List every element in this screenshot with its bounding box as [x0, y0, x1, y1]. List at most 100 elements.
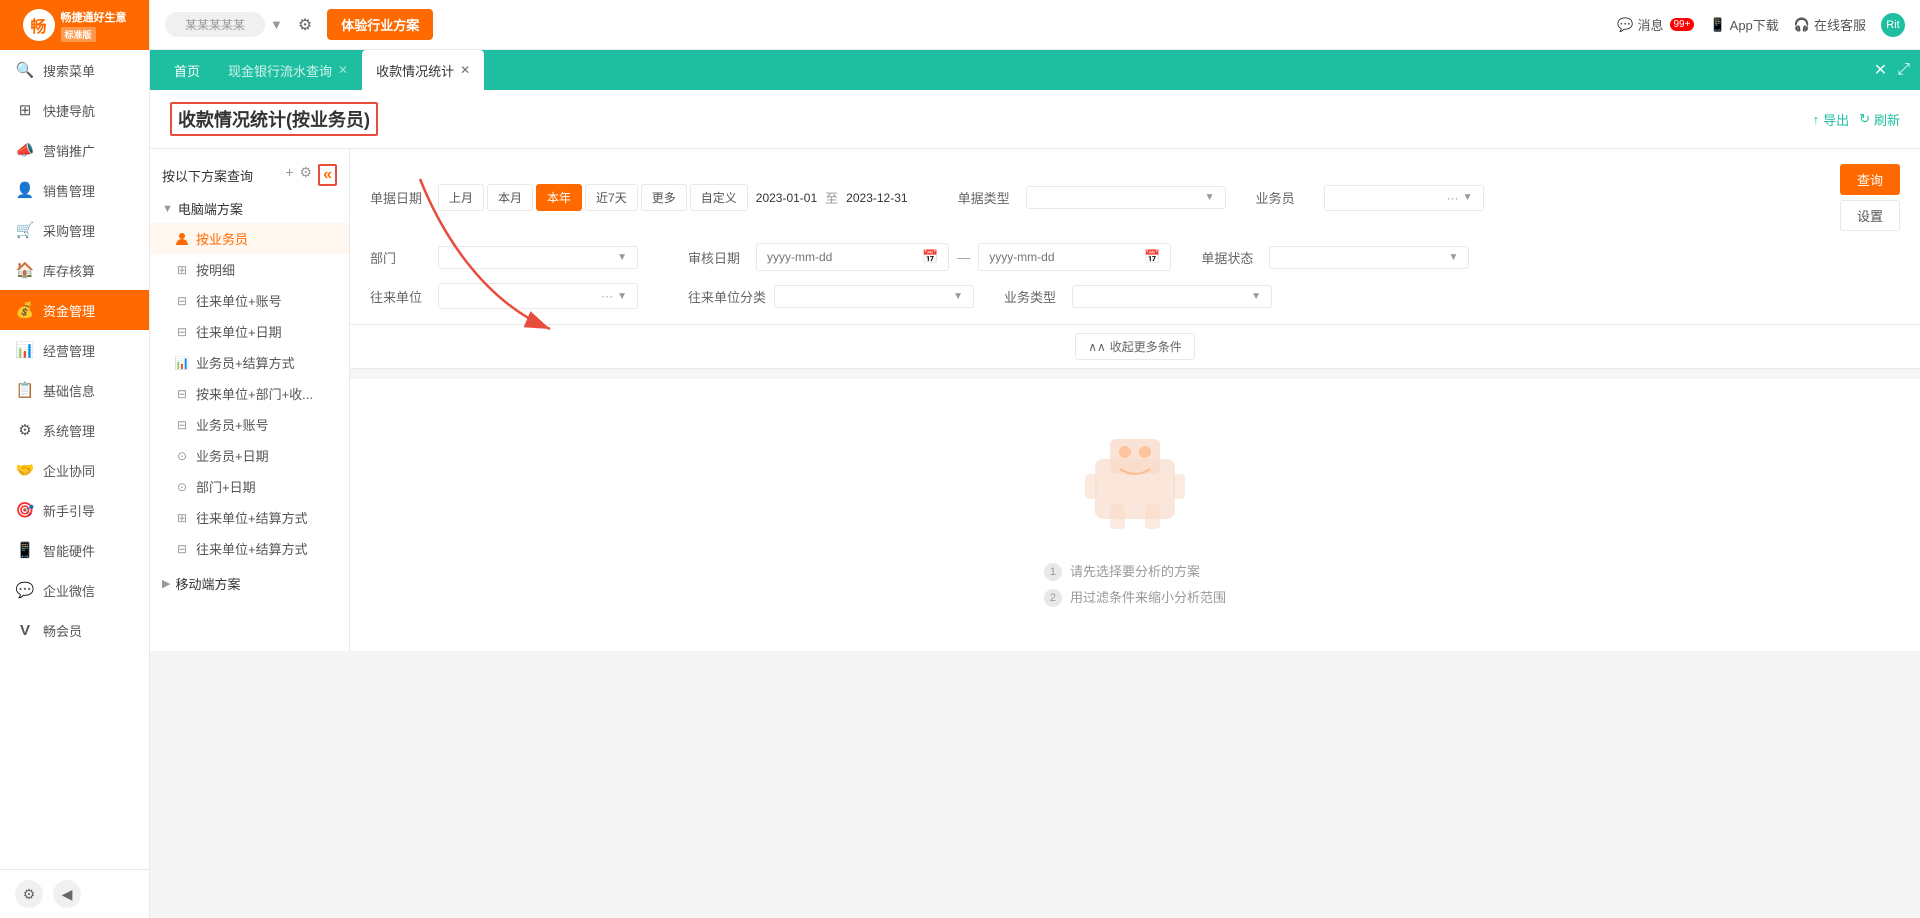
sidebar-settings-btn[interactable]: ⚙ — [15, 880, 43, 908]
sidebar-item-inventory[interactable]: 🏠 库存核算 — [0, 250, 149, 290]
partner-select[interactable]: ··· ▼ — [438, 283, 638, 309]
review-date-start-field[interactable] — [767, 250, 922, 264]
partner-cat-dropdown-icon: ▼ — [953, 291, 963, 302]
sidebar-item-purchase[interactable]: 🛒 采购管理 — [0, 210, 149, 250]
scheme-settings-icon[interactable]: ⚙ — [300, 164, 313, 186]
sidebar-item-marketing[interactable]: 📣 营销推广 — [0, 130, 149, 170]
scheme-add-icon[interactable]: + — [285, 164, 293, 186]
sidebar-item-operation[interactable]: 📊 经营管理 — [0, 330, 149, 370]
refresh-icon: ↻ — [1859, 111, 1870, 127]
sidebar-item-search-menu[interactable]: 🔍 搜索菜单 — [0, 50, 149, 90]
scheme-item-partner-settle2[interactable]: ⊟ 往来单位+结算方式 — [150, 533, 349, 564]
operation-icon: 📊 — [15, 340, 35, 360]
tab-bank-flow[interactable]: 现金银行流水查询 ✕ — [214, 50, 362, 90]
tab-maximize-icon[interactable]: ⤢ — [1897, 61, 1910, 79]
scheme-item-dept-date[interactable]: ⊙ 部门+日期 — [150, 471, 349, 502]
scheme-group-mobile-title[interactable]: ▶ 移动端方案 — [150, 569, 349, 598]
scheme-item-by-detail[interactable]: ⊞ 按明细 — [150, 254, 349, 285]
export-btn[interactable]: ↑ 导出 — [1813, 110, 1850, 129]
search-menu-icon: 🔍 — [15, 60, 35, 80]
review-date-end-input[interactable]: 📅 — [978, 243, 1171, 271]
salesperson-select[interactable]: ··· ▼ — [1324, 185, 1484, 211]
partner-dept-icon: ⊟ — [174, 386, 190, 402]
sidebar-item-finance[interactable]: 💰 资金管理 — [0, 290, 149, 330]
sidebar-item-quick-nav[interactable]: ⊞ 快捷导航 — [0, 90, 149, 130]
doc-status-dropdown-icon: ▼ — [1448, 252, 1458, 263]
scheme-item-partner-account[interactable]: ⊟ 往来单位+账号 — [150, 285, 349, 316]
sidebar-collapse-btn[interactable]: ◀ — [53, 880, 81, 908]
sidebar-item-enterprise-wechat[interactable]: 💬 企业微信 — [0, 570, 149, 610]
scheme-item-partner-settle[interactable]: ⊞ 往来单位+结算方式 — [150, 502, 349, 533]
partner-dropdown-icon: ▼ — [617, 291, 627, 302]
logo-icon: 畅 — [23, 9, 55, 41]
scheme-collapse-icon[interactable]: « — [318, 164, 337, 186]
sidebar-bottom: ⚙ ◀ — [0, 869, 149, 918]
tab-receipt-stats-close[interactable]: ✕ — [460, 63, 470, 77]
refresh-btn[interactable]: ↻ 刷新 — [1859, 110, 1900, 129]
scheme-item-label: 按明细 — [196, 260, 235, 279]
refresh-label: 刷新 — [1874, 110, 1900, 129]
group-mobile-label: 移动端方案 — [175, 574, 240, 593]
sidebar-item-label: 库存核算 — [43, 261, 95, 280]
date-btn-custom[interactable]: 自定义 — [690, 184, 748, 211]
online-service-label: 在线客服 — [1814, 15, 1866, 34]
doc-status-select[interactable]: ▼ — [1269, 246, 1469, 269]
sidebar-item-system[interactable]: ⚙ 系统管理 — [0, 410, 149, 450]
calendar-icon[interactable]: 📅 — [922, 249, 938, 265]
date-btn-more[interactable]: 更多 — [641, 184, 687, 211]
tab-home[interactable]: 首页 — [160, 50, 214, 90]
sidebar-item-sales[interactable]: 👤 销售管理 — [0, 170, 149, 210]
settings-btn[interactable]: 设置 — [1840, 200, 1900, 231]
calendar-icon2[interactable]: 📅 — [1144, 249, 1160, 265]
scheme-group-desktop-title[interactable]: ▼ 电脑端方案 — [150, 194, 349, 223]
scheme-item-partner-dept[interactable]: ⊟ 按来单位+部门+收... — [150, 378, 349, 409]
tab-bank-flow-close[interactable]: ✕ — [338, 63, 348, 77]
scheme-item-salesperson-account[interactable]: ⊟ 业务员+账号 — [150, 409, 349, 440]
scheme-item-label: 按来单位+部门+收... — [196, 384, 313, 403]
biz-type-select[interactable]: ▼ — [1072, 285, 1272, 308]
breadcrumb-dropdown-icon[interactable]: ▼ — [270, 17, 283, 32]
system-icon: ⚙ — [15, 420, 35, 440]
scheme-item-salesperson-settle[interactable]: 📊 业务员+结算方式 — [150, 347, 349, 378]
date-btn-last-month[interactable]: 上月 — [438, 184, 484, 211]
sidebar-item-smart-hw[interactable]: 📱 智能硬件 — [0, 530, 149, 570]
tab-bar-right: ✕ ⤢ — [1874, 60, 1910, 80]
online-service-btn[interactable]: 🎧 在线客服 — [1794, 15, 1866, 34]
scheme-item-partner-date[interactable]: ⊟ 往来单位+日期 — [150, 316, 349, 347]
partner-more-icon[interactable]: ··· — [601, 289, 613, 303]
sidebar-item-enterprise[interactable]: 🤝 企业协同 — [0, 450, 149, 490]
sidebar: 畅 畅捷通好生意 标准版 🔍 搜索菜单 ⊞ 快捷导航 📣 营销推广 👤 — [0, 0, 150, 918]
scheme-header-actions: + ⚙ « — [285, 164, 337, 186]
trial-btn[interactable]: 体验行业方案 — [327, 9, 433, 40]
sidebar-item-vip[interactable]: V 畅会员 — [0, 610, 149, 650]
review-date-end-field[interactable] — [989, 250, 1144, 264]
review-date-start-input[interactable]: 📅 — [756, 243, 949, 271]
breadcrumb: 某某某某某 ▼ — [165, 12, 283, 37]
date-btn-7days[interactable]: 近7天 — [585, 184, 638, 211]
user-menu[interactable]: Rit — [1881, 13, 1905, 37]
sidebar-item-label: 智能硬件 — [43, 541, 95, 560]
partner-cat-select[interactable]: ▼ — [774, 285, 974, 308]
tab-home-label: 首页 — [174, 61, 200, 80]
salesperson-more-icon[interactable]: ··· — [1447, 191, 1459, 205]
scheme-item-label: 部门+日期 — [196, 477, 256, 496]
sidebar-item-beginner[interactable]: 🎯 新手引导 — [0, 490, 149, 530]
salesperson-label: 业务员 — [1256, 188, 1316, 207]
scheme-item-salesperson-date[interactable]: ⊙ 业务员+日期 — [150, 440, 349, 471]
scheme-item-label: 业务员+账号 — [196, 415, 269, 434]
dept-select[interactable]: ▼ — [438, 246, 638, 269]
scheme-item-by-salesperson[interactable]: 按业务员 — [150, 223, 349, 254]
date-btn-this-month[interactable]: 本月 — [487, 184, 533, 211]
date-btn-this-year[interactable]: 本年 — [536, 184, 582, 211]
notification-btn[interactable]: 💬 消息 99+ — [1617, 15, 1694, 34]
tab-receipt-stats[interactable]: 收款情况统计 ✕ — [362, 50, 484, 90]
header-settings-icon[interactable]: ⚙ — [298, 15, 312, 35]
collapse-more-btn[interactable]: ∧∧ 收起更多条件 — [1075, 333, 1195, 360]
query-btn[interactable]: 查询 — [1840, 164, 1900, 195]
salesperson-account-icon: ⊟ — [174, 417, 190, 433]
tab-close-all-icon[interactable]: ✕ — [1874, 60, 1887, 80]
app-download-btn[interactable]: 📱 App下载 — [1709, 15, 1778, 34]
vip-icon: V — [15, 620, 35, 640]
sidebar-item-basic-info[interactable]: 📋 基础信息 — [0, 370, 149, 410]
doc-type-select[interactable]: ▼ — [1026, 186, 1226, 209]
